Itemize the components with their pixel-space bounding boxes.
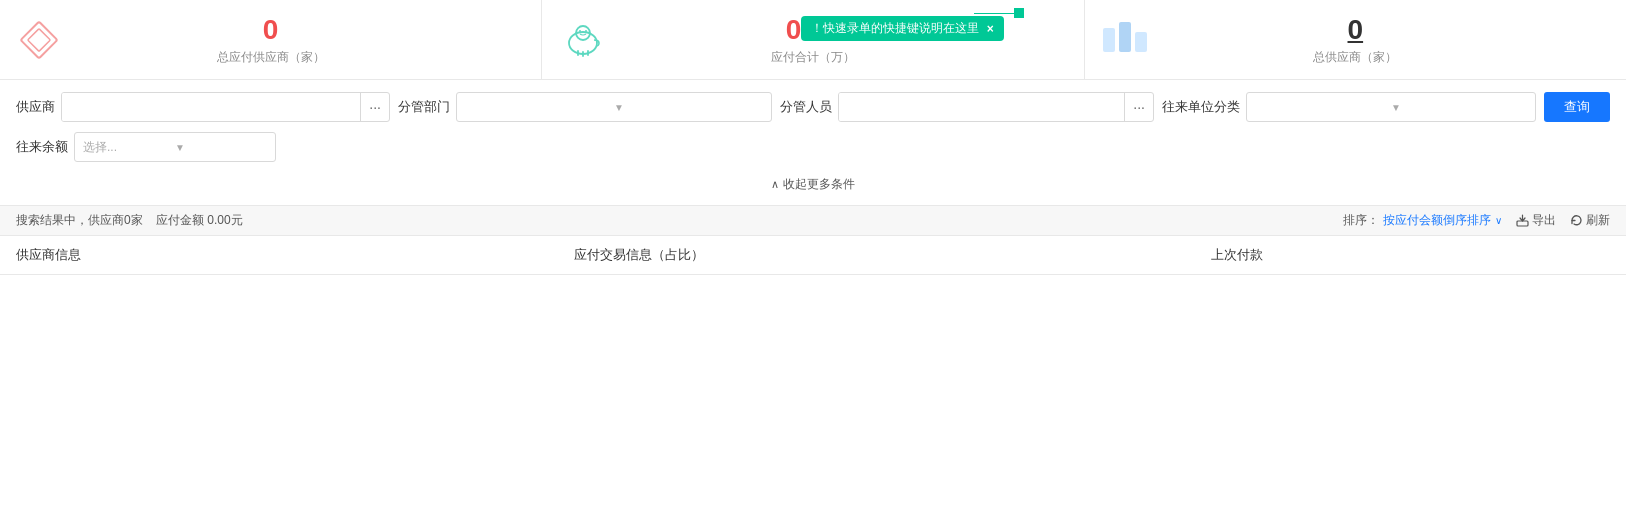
balance-label: 往来余额 [16, 138, 68, 156]
export-label: 导出 [1532, 212, 1556, 229]
unit-arrow: ▼ [1391, 102, 1527, 113]
summary-bar: 0 总应付供应商（家） 0.00 应付合计（万） ！快速录单的快捷键说明在这里 … [0, 0, 1626, 80]
results-bar: 搜索结果中，供应商0家 应付金额 0.00元 排序： 按应付会额倒序排序 ∨ 导… [0, 206, 1626, 236]
unit-select[interactable]: ▼ [1246, 92, 1536, 122]
results-amount-text: 应付金额 0.00元 [156, 213, 243, 227]
total-payable-num: 0 [263, 13, 279, 47]
filter-unit: 往来单位分类 ▼ [1162, 92, 1536, 122]
sort-value: 按应付会额倒序排序 [1383, 212, 1491, 229]
col-transaction-header: 应付交易信息（占比） [574, 246, 1212, 264]
total-payable-label: 总应付供应商（家） [217, 49, 325, 66]
shortcut-tooltip[interactable]: ！快速录单的快捷键说明在这里 × [801, 16, 1004, 41]
svg-rect-1 [28, 28, 51, 51]
tooltip-line [974, 13, 1014, 14]
filter-person: 分管人员 ··· [780, 92, 1154, 122]
department-label: 分管部门 [398, 98, 450, 116]
query-button[interactable]: 查询 [1544, 92, 1610, 122]
refresh-icon [1570, 214, 1583, 227]
department-arrow: ▼ [614, 102, 763, 113]
export-button[interactable]: 导出 [1516, 212, 1556, 229]
department-select[interactable]: ▼ [456, 92, 772, 122]
table-body [0, 275, 1626, 515]
filter-balance: 往来余额 选择... ▼ [16, 132, 276, 162]
person-label: 分管人员 [780, 98, 832, 116]
refresh-label: 刷新 [1586, 212, 1610, 229]
results-info: 搜索结果中，供应商0家 应付金额 0.00元 [16, 212, 1343, 229]
col-supplier-header: 供应商信息 [16, 246, 574, 264]
summary-card-total-suppliers: 0 总供应商（家） [1085, 0, 1626, 79]
tooltip-container: ！快速录单的快捷键说明在这里 × [974, 8, 1024, 18]
balance-select[interactable]: 选择... ▼ [74, 132, 276, 162]
sort-arrow: ∨ [1495, 215, 1502, 226]
svg-point-4 [579, 30, 581, 32]
filter-row-2: 往来余额 选择... ▼ [16, 132, 1610, 162]
results-actions: 排序： 按应付会额倒序排序 ∨ 导出 刷新 [1343, 212, 1610, 229]
diamond-icon [16, 17, 62, 63]
supplier-dots-btn[interactable]: ··· [360, 93, 389, 121]
summary-card-total: 0.00 应付合计（万） ！快速录单的快捷键说明在这里 × [542, 0, 1084, 79]
filter-department: 分管部门 ▼ [398, 92, 772, 122]
filter-section: 供应商 ··· 分管部门 ▼ 分管人员 ··· 往来单位分类 [0, 80, 1626, 206]
collapse-button[interactable]: ∧ 收起更多条件 [771, 176, 855, 193]
table-header: 供应商信息 应付交易信息（占比） 上次付款 [0, 236, 1626, 275]
svg-rect-11 [1135, 32, 1147, 52]
sort-select[interactable]: 排序： 按应付会额倒序排序 ∨ [1343, 212, 1502, 229]
tooltip-text: ！快速录单的快捷键说明在这里 [811, 20, 979, 37]
tooltip-dot [1014, 8, 1024, 18]
summary-card-suppliers: 0 总应付供应商（家） [0, 0, 542, 79]
person-dots-btn[interactable]: ··· [1124, 93, 1153, 121]
export-icon [1516, 214, 1529, 227]
refresh-button[interactable]: 刷新 [1570, 212, 1610, 229]
unit-label: 往来单位分类 [1162, 98, 1240, 116]
supplier-input-group[interactable]: ··· [61, 92, 390, 122]
supplier-input[interactable] [62, 93, 360, 121]
results-search-text: 搜索结果中，供应商0家 [16, 213, 143, 227]
person-input-group[interactable]: ··· [838, 92, 1154, 122]
piggy-icon [558, 15, 608, 65]
total-suppliers-num: 0 [1348, 13, 1364, 47]
svg-rect-12 [1517, 221, 1528, 226]
filter-supplier: 供应商 ··· [16, 92, 390, 122]
svg-rect-10 [1119, 22, 1131, 52]
col-supplier-label: 供应商信息 [16, 247, 81, 262]
svg-rect-0 [21, 21, 58, 58]
balance-arrow: ▼ [175, 142, 267, 153]
supplier-label: 供应商 [16, 98, 55, 116]
collapse-row: ∧ 收起更多条件 [16, 172, 1610, 201]
filter-row-1: 供应商 ··· 分管部门 ▼ 分管人员 ··· 往来单位分类 [16, 92, 1610, 122]
col-transaction-label: 应付交易信息（占比） [574, 247, 704, 262]
suppliers-icon [1101, 20, 1149, 60]
person-input[interactable] [839, 93, 1124, 121]
total-suppliers-label: 总供应商（家） [1313, 49, 1397, 66]
col-lastpay-header: 上次付款 [1211, 246, 1610, 264]
balance-placeholder: 选择... [83, 139, 175, 156]
payable-total-label: 应付合计（万） [771, 49, 855, 66]
sort-label: 排序： [1343, 212, 1379, 229]
col-lastpay-label: 上次付款 [1211, 247, 1263, 262]
collapse-label: 收起更多条件 [783, 176, 855, 193]
svg-rect-9 [1103, 28, 1115, 52]
collapse-icon: ∧ [771, 178, 779, 191]
tooltip-close[interactable]: × [987, 22, 994, 36]
svg-point-5 [585, 30, 587, 32]
